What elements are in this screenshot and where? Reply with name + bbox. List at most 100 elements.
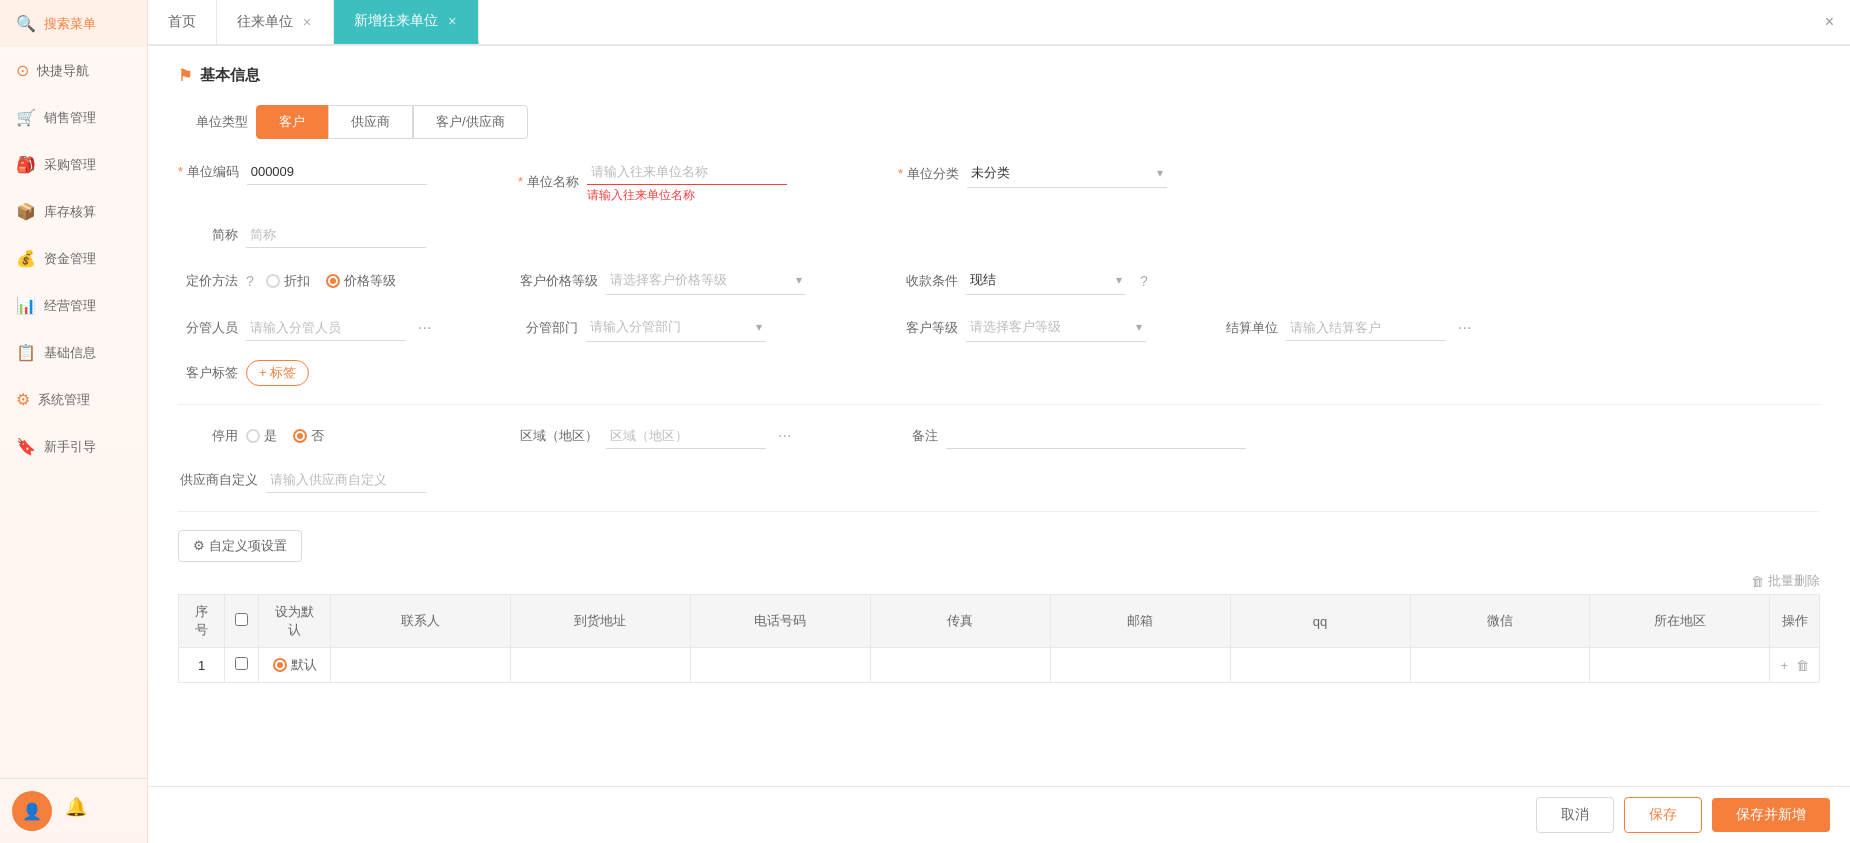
tab-new-contact[interactable]: 新增往来单位 ×: [334, 0, 479, 44]
sidebar-item-purchase[interactable]: 🎒 采购管理: [0, 141, 147, 188]
pricing-level-radio[interactable]: 价格等级: [326, 272, 396, 290]
cell-qq[interactable]: [1230, 648, 1410, 683]
cell-seq: 1: [179, 648, 225, 683]
pricing-discount-label: 折扣: [284, 272, 310, 290]
address-input[interactable]: [521, 658, 680, 673]
customer-price-level-label: 客户价格等级: [518, 272, 598, 290]
col-address: 到货地址: [510, 595, 690, 648]
sidebar-item-finance[interactable]: 💰 资金管理: [0, 235, 147, 282]
tab-contacts-close[interactable]: ×: [301, 12, 313, 32]
tab-new-contact-close[interactable]: ×: [446, 11, 458, 31]
unit-category-select[interactable]: 未分类 ▾: [967, 159, 1167, 188]
unit-code-input[interactable]: [247, 159, 427, 185]
unit-type-both-btn[interactable]: 客户/供应商: [413, 105, 528, 139]
pricing-method-label: 定价方法: [178, 272, 238, 290]
unit-name-input[interactable]: [587, 159, 787, 185]
default-radio[interactable]: 默认: [273, 656, 317, 674]
disabled-region-row: 停用 是 否 区域（地区） ···: [178, 423, 1820, 449]
pricing-method-field: 定价方法 ? 折扣 价格等级: [178, 272, 478, 290]
disabled-yes-label: 是: [264, 427, 277, 445]
supplier-custom-row: 供应商自定义: [178, 467, 1820, 493]
region-input[interactable]: [606, 423, 766, 449]
sidebar-item-operations[interactable]: 📊 经营管理: [0, 282, 147, 329]
cell-fax[interactable]: [870, 648, 1050, 683]
disabled-field: 停用 是 否: [178, 427, 478, 445]
user-avatar[interactable]: 👤: [12, 791, 52, 831]
tab-contacts-label: 往来单位: [237, 13, 293, 31]
settlement-unit-input[interactable]: [1286, 315, 1446, 341]
manager-input[interactable]: [246, 315, 406, 341]
sidebar-item-label: 快捷导航: [37, 62, 89, 80]
contacts-table: 序号 设为默认 联系人 到货地址 电话号码 传真 邮箱 qq 微信 所在地区 操…: [178, 594, 1820, 683]
tab-contacts[interactable]: 往来单位 ×: [217, 0, 334, 44]
delete-row-icon[interactable]: 🗑: [1796, 658, 1809, 673]
sidebar-item-quicknav[interactable]: ⊙ 快捷导航: [0, 47, 147, 94]
select-all-checkbox[interactable]: [235, 613, 248, 626]
form-content: ⚑ 基本信息 单位类型 客户 供应商 客户/供应商 单位编码: [148, 46, 1850, 786]
sales-icon: 🛒: [16, 108, 36, 127]
settlement-more-icon[interactable]: ···: [1454, 319, 1475, 337]
settlement-unit-label: 结算单位: [1218, 319, 1278, 337]
region-more-icon[interactable]: ···: [774, 427, 795, 445]
pricing-level-circle: [326, 274, 340, 288]
batch-delete-label[interactable]: 批量删除: [1768, 572, 1820, 590]
window-close-button[interactable]: ×: [1809, 13, 1850, 31]
customer-tag-label: 客户标签: [178, 364, 238, 382]
section-title-basic: ⚑ 基本信息: [178, 66, 1820, 85]
sidebar-item-label: 经营管理: [44, 297, 96, 315]
cell-contact[interactable]: [331, 648, 511, 683]
unit-type-customer-btn[interactable]: 客户: [256, 105, 328, 139]
cell-wechat[interactable]: [1410, 648, 1590, 683]
sidebar-item-system[interactable]: ⚙ 系统管理: [0, 376, 147, 423]
add-row-icon[interactable]: +: [1780, 658, 1788, 673]
cell-checkbox[interactable]: [225, 648, 259, 683]
cell-email[interactable]: [1050, 648, 1230, 683]
remark-input[interactable]: [946, 423, 1246, 449]
section-title-text: 基本信息: [200, 66, 260, 85]
disabled-yes-circle: [246, 429, 260, 443]
sidebar-item-sales[interactable]: 🛒 销售管理: [0, 94, 147, 141]
payment-help-icon[interactable]: ?: [1140, 273, 1148, 289]
payment-terms-select[interactable]: 现结 ▾: [966, 266, 1126, 295]
sidebar-item-inventory[interactable]: 📦 库存核算: [0, 188, 147, 235]
save-add-button[interactable]: 保存并新增: [1712, 798, 1830, 832]
notification-icon[interactable]: 🔔: [60, 791, 92, 823]
pricing-discount-radio[interactable]: 折扣: [266, 272, 310, 290]
supplier-custom-input[interactable]: [266, 467, 426, 493]
cell-phone[interactable]: [690, 648, 870, 683]
qq-input[interactable]: [1241, 658, 1400, 673]
disabled-yes-radio[interactable]: 是: [246, 427, 277, 445]
col-checkbox[interactable]: [225, 595, 259, 648]
cell-address[interactable]: [510, 648, 690, 683]
save-button[interactable]: 保存: [1624, 797, 1702, 833]
cell-region[interactable]: [1590, 648, 1770, 683]
tab-home[interactable]: 首页: [148, 0, 217, 44]
contact-input[interactable]: [341, 658, 500, 673]
unit-type-supplier-btn[interactable]: 供应商: [328, 105, 413, 139]
customer-level-select[interactable]: 请选择客户等级 ▾: [966, 313, 1146, 342]
disabled-no-label: 否: [311, 427, 324, 445]
region-input-table[interactable]: [1600, 658, 1759, 673]
custom-settings-button[interactable]: ⚙ 自定义项设置: [178, 530, 302, 562]
customer-tag-row: 客户标签 + 标签: [178, 360, 1820, 386]
short-name-input[interactable]: [246, 222, 426, 248]
manager-more-icon[interactable]: ···: [414, 319, 435, 337]
sidebar-item-search[interactable]: 🔍 搜索菜单: [0, 0, 147, 47]
fax-input[interactable]: [881, 658, 1040, 673]
wechat-input[interactable]: [1421, 658, 1580, 673]
sidebar-item-newbie[interactable]: 🔖 新手引导: [0, 423, 147, 470]
add-tag-button[interactable]: + 标签: [246, 360, 309, 386]
phone-input[interactable]: [701, 658, 860, 673]
pricing-help-icon[interactable]: ?: [246, 273, 254, 289]
customer-level-label: 客户等级: [898, 319, 958, 337]
department-select[interactable]: 请输入分管部门 ▾: [586, 313, 766, 342]
row-checkbox[interactable]: [235, 657, 248, 670]
email-input[interactable]: [1061, 658, 1220, 673]
disabled-no-radio[interactable]: 否: [293, 427, 324, 445]
payment-terms-field: 收款条件 现结 ▾ ?: [898, 266, 1238, 295]
search-icon: 🔍: [16, 14, 36, 33]
sidebar-item-basic[interactable]: 📋 基础信息: [0, 329, 147, 376]
customer-price-level-select[interactable]: 请选择客户价格等级 ▾: [606, 266, 806, 295]
cancel-button[interactable]: 取消: [1536, 797, 1614, 833]
customer-level-field: 客户等级 请选择客户等级 ▾: [898, 313, 1178, 342]
